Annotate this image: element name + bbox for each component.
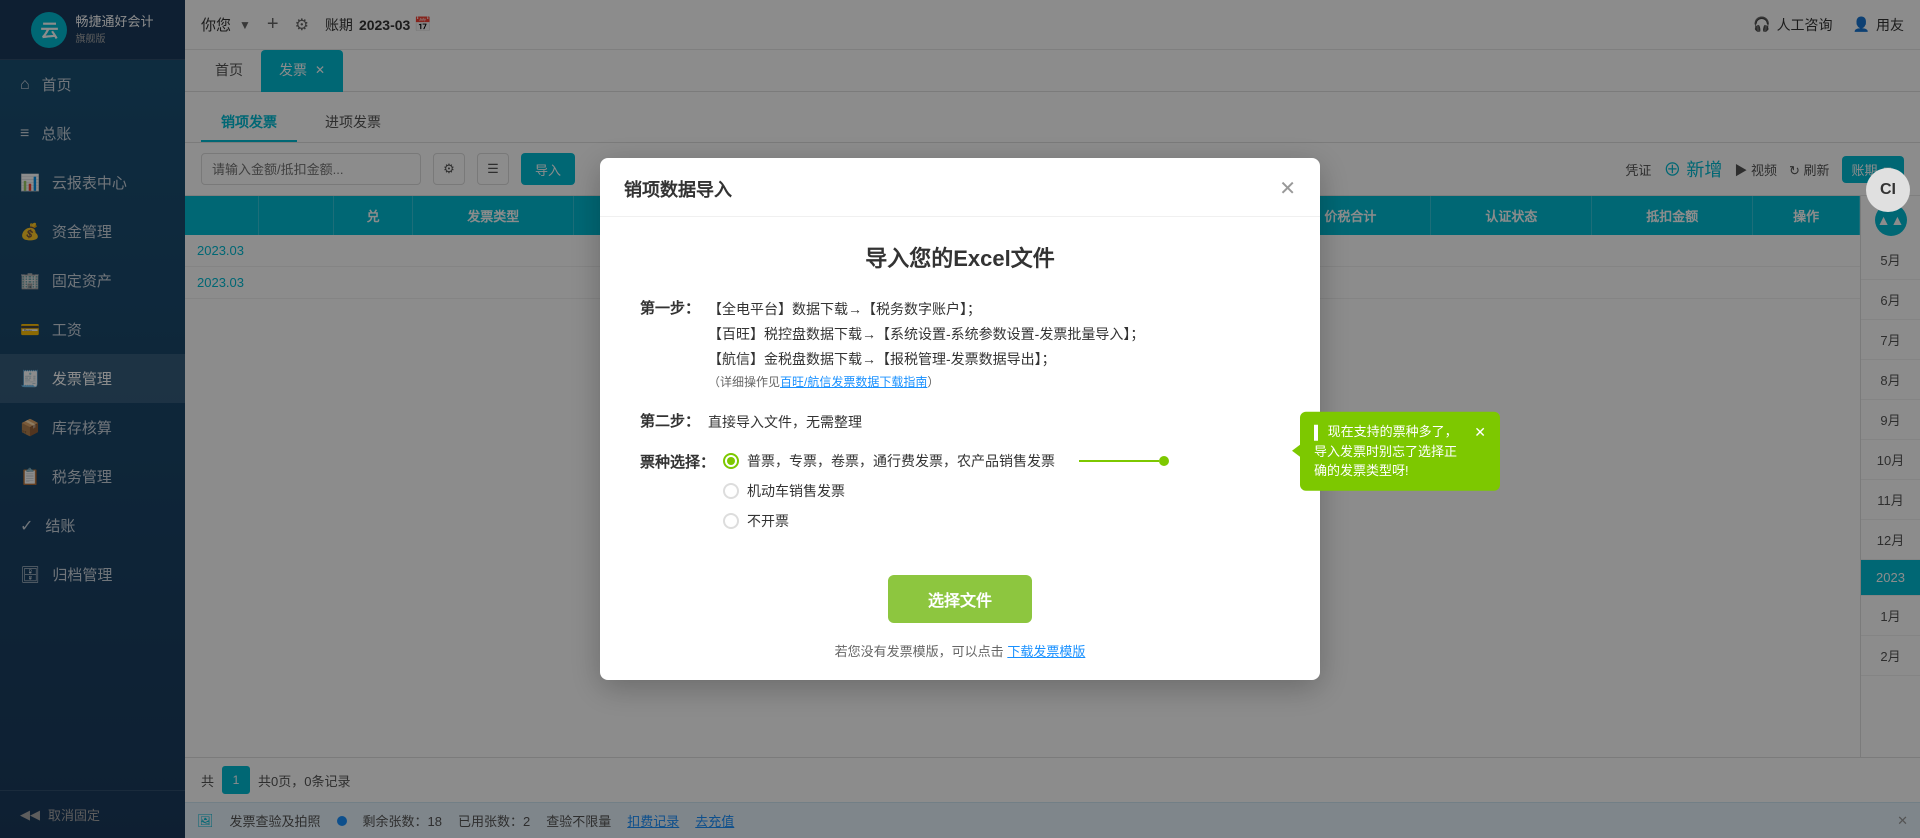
step2-label: 第二步： [640, 410, 700, 435]
tooltip-line [1079, 460, 1159, 462]
modal-bottom-prefix: 若您没有发票模版，可以点击 [835, 644, 1004, 659]
radio-btn-2[interactable] [723, 483, 739, 499]
modal-title: 销项数据导入 [624, 176, 732, 202]
modal-close-btn[interactable]: ✕ [1279, 176, 1296, 201]
modal-main-title: 导入您的Excel文件 [640, 241, 1280, 273]
ticket-select-label: 票种选择： [640, 451, 715, 472]
step1-line1: 【全电平台】数据下载→【税务数字账户】； [708, 297, 1144, 322]
modal-footer: 选择文件 [600, 559, 1320, 631]
tooltip-dot [1159, 456, 1169, 466]
step1-link[interactable]: 百旺/航信发票数据下载指南 [780, 375, 927, 389]
tooltip-close-btn[interactable]: ✕ [1474, 422, 1486, 443]
radio-row-3: 不开票 [723, 511, 1169, 531]
step2-row: 第二步： 直接导入文件，无需整理 [640, 410, 1280, 435]
radio-btn-3[interactable] [723, 513, 739, 529]
avatar-text: CI [1880, 181, 1896, 199]
radio-row-1: 普票，专票，卷票，通行费发票，农产品销售发票 [723, 451, 1169, 471]
tooltip-bar [1314, 424, 1318, 440]
tooltip-bubble: ✕ 现在支持的票种多了，导入发票时别忘了选择正确的发票类型呀! [1300, 412, 1500, 491]
step1-line3: 【航信】金税盘数据下载→【报税管理-发票数据导出】； [708, 347, 1144, 372]
radio-label-1: 普票，专票，卷票，通行费发票，农产品销售发票 [747, 451, 1055, 471]
download-template-link[interactable]: 下载发票模版 [1007, 644, 1085, 659]
ticket-options: 普票，专票，卷票，通行费发票，农产品销售发票 机动车销售发票 不开票 [723, 451, 1169, 531]
modal-overlay[interactable]: 销项数据导入 ✕ 导入您的Excel文件 第一步： 【全电平台】数据下载→【税务… [0, 0, 1920, 838]
step1-line2: 【百旺】税控盘数据下载→【系统设置-系统参数设置-发票批量导入】； [708, 322, 1144, 347]
tooltip-indicator-row [1079, 456, 1169, 466]
modal-body: 导入您的Excel文件 第一步： 【全电平台】数据下载→【税务数字账户】； 【百… [600, 217, 1320, 559]
import-modal: 销项数据导入 ✕ 导入您的Excel文件 第一步： 【全电平台】数据下载→【税务… [600, 158, 1320, 680]
step2-text: 直接导入文件，无需整理 [708, 414, 862, 430]
step1-hint: （详细操作见百旺/航信发票数据下载指南） [708, 372, 1144, 394]
radio-btn-1[interactable] [723, 453, 739, 469]
step2-content: 直接导入文件，无需整理 [708, 410, 862, 435]
radio-row-2: 机动车销售发票 [723, 481, 1169, 501]
modal-bottom-text: 若您没有发票模版，可以点击 下载发票模版 [600, 631, 1320, 680]
modal-header: 销项数据导入 ✕ [600, 158, 1320, 217]
avatar-circle: CI [1866, 168, 1910, 212]
step1-content: 【全电平台】数据下载→【税务数字账户】； 【百旺】税控盘数据下载→【系统设置-系… [708, 297, 1144, 394]
select-file-btn[interactable]: 选择文件 [888, 575, 1032, 623]
radio-label-3: 不开票 [747, 511, 789, 531]
ticket-select-row: 票种选择： 普票，专票，卷票，通行费发票，农产品销售发票 机动车销售发票 [640, 451, 1280, 531]
tooltip-text: 现在支持的票种多了，导入发票时别忘了选择正确的发票类型呀! [1314, 424, 1458, 478]
step1-row: 第一步： 【全电平台】数据下载→【税务数字账户】； 【百旺】税控盘数据下载→【系… [640, 297, 1280, 394]
step1-label: 第一步： [640, 297, 700, 394]
radio-label-2: 机动车销售发票 [747, 481, 845, 501]
